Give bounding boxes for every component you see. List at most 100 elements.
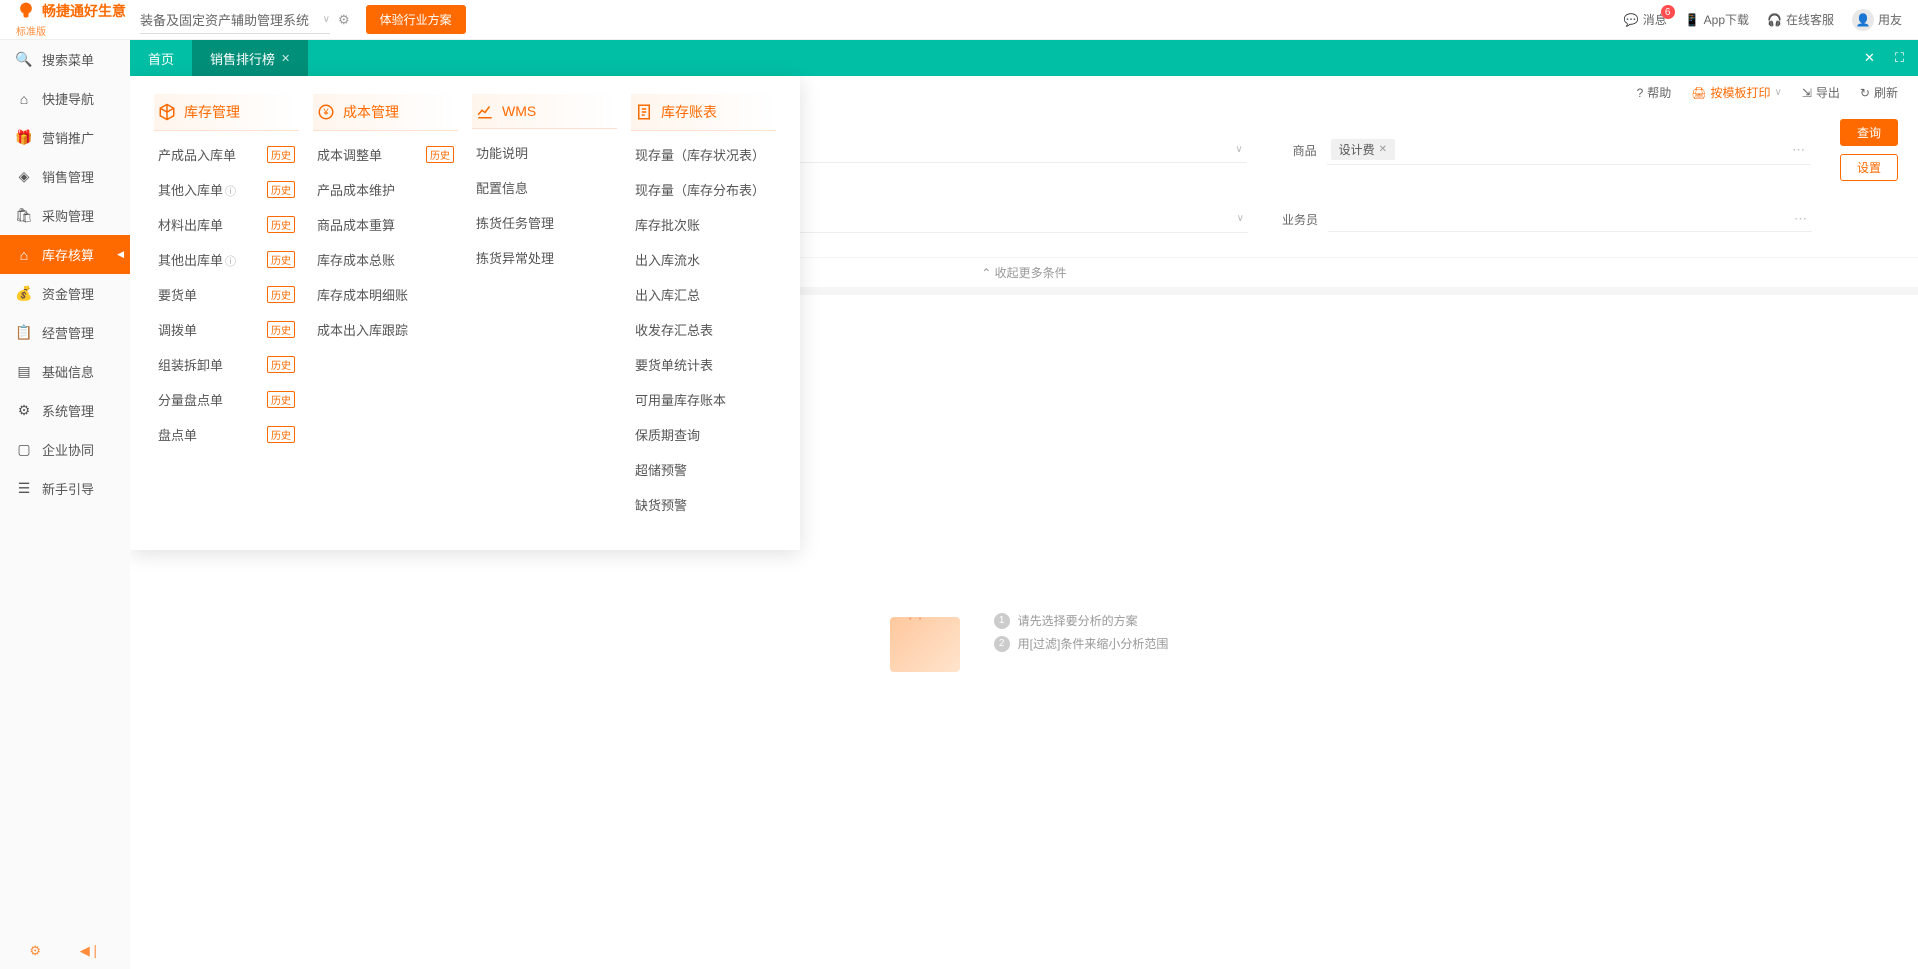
- menu-item[interactable]: 缺货预警: [631, 487, 776, 522]
- menu-item[interactable]: 产品成本维护: [313, 172, 458, 207]
- chevron-down-icon: ∨: [1235, 144, 1242, 155]
- menu-item[interactable]: 其他入库单ⓘ 历史: [154, 172, 299, 207]
- menu-item[interactable]: 要货单统计表: [631, 347, 776, 382]
- house-icon: ⌂: [16, 247, 32, 263]
- export-button[interactable]: ⇲导出: [1802, 84, 1840, 101]
- sidebar-item-operation[interactable]: 📋经营管理: [0, 313, 130, 352]
- menu-item[interactable]: 分量盘点单历史: [154, 382, 299, 417]
- menu-item[interactable]: 材料出库单 历史: [154, 207, 299, 242]
- filter-settings-button[interactable]: 设置: [1840, 154, 1898, 181]
- sidebar-item-system[interactable]: ⚙系统管理: [0, 391, 130, 430]
- app-download-link[interactable]: 📱 App下载: [1685, 11, 1749, 28]
- menu-item[interactable]: 其他出库单ⓘ 历史: [154, 242, 299, 277]
- menu-item-label: 出入库流水: [635, 250, 700, 269]
- sidebar-item-collab[interactable]: ▢企业协同: [0, 430, 130, 469]
- menu-item[interactable]: 功能说明: [472, 135, 617, 170]
- menu-item[interactable]: 库存成本总账: [313, 242, 458, 277]
- settings-gear-icon[interactable]: ⚙: [338, 12, 350, 28]
- help-button[interactable]: ?帮助: [1637, 84, 1672, 101]
- report-icon: [635, 103, 653, 121]
- messages-link[interactable]: 💬 消息 6: [1624, 11, 1667, 28]
- sidebar-item-label: 经营管理: [42, 323, 94, 342]
- sidebar-item-quicknav[interactable]: ⌂快捷导航: [0, 79, 130, 118]
- more-icon[interactable]: ⋯: [1794, 211, 1808, 227]
- sidebar-item-label: 系统管理: [42, 401, 94, 420]
- menu-item[interactable]: 组装拆卸单历史: [154, 347, 299, 382]
- list-icon: ▤: [16, 364, 32, 380]
- amount-dropdown[interactable]: 金额∨: [764, 205, 1248, 233]
- history-badge[interactable]: 历史: [267, 286, 295, 303]
- menu-item[interactable]: 拣货异常处理: [472, 240, 617, 275]
- system-selector[interactable]: 装备及固定资产辅助管理系统 ∨: [140, 6, 330, 34]
- menu-item[interactable]: 配置信息: [472, 170, 617, 205]
- history-badge[interactable]: 历史: [267, 321, 295, 338]
- sidebar-item-marketing[interactable]: 🎁营销推广: [0, 118, 130, 157]
- history-badge[interactable]: 历史: [267, 356, 295, 373]
- menu-item-label: 缺货预警: [635, 495, 687, 514]
- query-button[interactable]: 查询: [1840, 119, 1898, 146]
- history-badge[interactable]: 历史: [267, 426, 295, 443]
- close-all-tabs-icon[interactable]: ✕: [1860, 46, 1879, 70]
- refresh-button[interactable]: ↻刷新: [1860, 84, 1898, 101]
- menu-item[interactable]: 现存量（库存分布表）: [631, 172, 776, 207]
- sidebar-item-guide[interactable]: ☰新手引导: [0, 469, 130, 508]
- menu-item[interactable]: 产成品入库单历史: [154, 137, 299, 172]
- menu-item[interactable]: 商品成本重算: [313, 207, 458, 242]
- history-badge[interactable]: 历史: [267, 391, 295, 408]
- menu-item[interactable]: 调拨单历史: [154, 312, 299, 347]
- close-icon[interactable]: ✕: [281, 52, 290, 65]
- history-badge[interactable]: 历史: [267, 181, 295, 198]
- step-text: 请先选择要分析的方案: [1018, 612, 1138, 629]
- remove-tag-icon[interactable]: ✕: [1379, 144, 1387, 155]
- user-menu[interactable]: 👤 用友: [1852, 9, 1902, 31]
- history-badge[interactable]: 历史: [267, 146, 295, 163]
- sidebar-item-sales[interactable]: ◈销售管理: [0, 157, 130, 196]
- menu-item[interactable]: 保质期查询: [631, 417, 776, 452]
- menu-item[interactable]: 成本出入库跟踪: [313, 312, 458, 347]
- print-template-button[interactable]: 🖨按模板打印∨: [1691, 84, 1782, 101]
- sidebar-item-search[interactable]: 🔍搜索菜单: [0, 40, 130, 79]
- tab-sales-ranking[interactable]: 销售排行榜 ✕: [192, 40, 308, 76]
- more-icon[interactable]: ⋯: [1792, 142, 1806, 158]
- sidebar-item-finance[interactable]: 💰资金管理: [0, 274, 130, 313]
- sidebar-item-purchase[interactable]: 🛍采购管理: [0, 196, 130, 235]
- tab-home[interactable]: 首页: [130, 40, 192, 76]
- money-icon: 💰: [16, 286, 32, 302]
- history-badge[interactable]: 历史: [267, 251, 295, 268]
- app-logo[interactable]: 畅捷通好生意: [16, 1, 130, 21]
- message-icon: 💬: [1624, 13, 1639, 27]
- menu-item-label: 收发存汇总表: [635, 320, 713, 339]
- menu-item-label: 材料出库单: [158, 215, 223, 234]
- sidebar-item-label: 营销推广: [42, 128, 94, 147]
- menu-item[interactable]: 盘点单历史: [154, 417, 299, 452]
- menu-item[interactable]: 现存量（库存状况表）: [631, 137, 776, 172]
- tabs-actions: ✕ ⛶: [1860, 40, 1918, 76]
- menu-item-label: 其他入库单ⓘ: [158, 180, 236, 199]
- menu-item-label: 拣货任务管理: [476, 213, 554, 232]
- menu-item[interactable]: 库存批次账: [631, 207, 776, 242]
- fullscreen-icon[interactable]: ⛶: [1891, 46, 1908, 70]
- menu-item[interactable]: 成本调整单历史: [313, 137, 458, 172]
- info-icon: ⓘ: [225, 256, 236, 268]
- menu-item[interactable]: 超储预警: [631, 452, 776, 487]
- menu-item-label: 其他出库单ⓘ: [158, 250, 236, 269]
- menu-item[interactable]: 出入库汇总: [631, 277, 776, 312]
- salesperson-field[interactable]: ⋯: [1328, 206, 1812, 232]
- menu-item[interactable]: 可用量库存账本: [631, 382, 776, 417]
- history-badge[interactable]: 历史: [267, 216, 295, 233]
- history-badge[interactable]: 历史: [426, 146, 454, 163]
- print-label: 按模板打印: [1711, 84, 1771, 101]
- experience-button[interactable]: 体验行业方案: [366, 5, 466, 34]
- menu-item[interactable]: 要货单历史: [154, 277, 299, 312]
- online-service-link[interactable]: 🎧 在线客服: [1767, 11, 1834, 28]
- sidebar-item-basedata[interactable]: ▤基础信息: [0, 352, 130, 391]
- menu-item[interactable]: 出入库流水: [631, 242, 776, 277]
- sidebar-item-inventory[interactable]: ⌂库存核算: [0, 235, 130, 274]
- menu-item[interactable]: 收发存汇总表: [631, 312, 776, 347]
- menu-item[interactable]: 拣货任务管理: [472, 205, 617, 240]
- collapse-sidebar-icon[interactable]: ◀❘: [80, 943, 101, 959]
- product-field[interactable]: 设计费 ✕ ⋯: [1327, 135, 1810, 165]
- menu-item[interactable]: 库存成本明细账: [313, 277, 458, 312]
- settings-icon[interactable]: ⚙: [29, 943, 41, 959]
- menu-col-cost-mgmt: ¥ 成本管理 成本调整单历史产品成本维护商品成本重算库存成本总账库存成本明细账成…: [313, 94, 458, 522]
